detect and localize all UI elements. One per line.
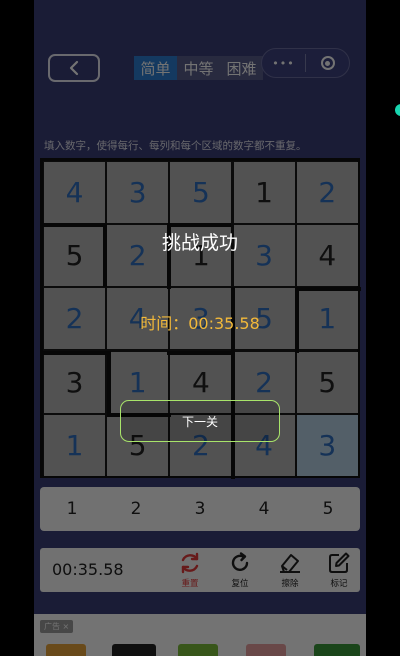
ad-thumbnail[interactable] — [314, 644, 360, 656]
board-cell[interactable]: 5 — [170, 162, 232, 223]
more-button[interactable]: ••• — [262, 49, 305, 77]
difficulty-tabs: 简单 中等 困难 — [134, 56, 263, 80]
board-cell[interactable]: 1 — [170, 225, 232, 287]
number-key-1[interactable]: 1 — [40, 487, 104, 531]
instruction-text: 填入数字，使得每行、每列和每个区域的数字都不重复。 — [44, 140, 307, 152]
board-cell[interactable]: 2 — [296, 162, 358, 223]
reset-label: 重置 — [181, 579, 199, 589]
app-screen: 简单 中等 困难 ••• 填入数字，使得每行、每列和每个区域的数字都不重复。 4… — [34, 0, 366, 656]
tab-easy[interactable]: 简单 — [134, 56, 177, 80]
ad-thumbnail[interactable] — [46, 644, 86, 656]
region-border — [295, 287, 299, 353]
refresh-icon — [181, 552, 199, 574]
ad-thumbnail[interactable] — [246, 644, 286, 656]
target-icon — [320, 56, 335, 70]
board-cell[interactable]: 5 — [233, 288, 295, 350]
game-timer: 00:35.58 — [52, 560, 124, 579]
rotate-icon — [231, 552, 249, 572]
more-dots-icon: ••• — [272, 56, 295, 70]
number-key-5[interactable]: 5 — [296, 487, 360, 531]
next-level-button[interactable]: 下一关 — [120, 400, 280, 442]
board-cell[interactable]: 4 — [296, 225, 358, 287]
board-cell[interactable]: 3 — [107, 162, 169, 223]
ad-banner[interactable]: 广告 × — [34, 614, 366, 656]
undo-button[interactable]: 复位 — [222, 551, 258, 591]
board-cell[interactable]: 3 — [233, 225, 295, 287]
close-miniprogram-button[interactable] — [306, 49, 349, 77]
floating-dot — [395, 104, 400, 116]
region-border — [107, 351, 111, 415]
edit-note-icon — [329, 552, 350, 573]
board-cell[interactable]: 1 — [44, 414, 105, 476]
tab-medium[interactable]: 中等 — [177, 56, 220, 80]
board-cell[interactable]: 1 — [233, 162, 295, 223]
ad-thumbnail[interactable] — [112, 644, 156, 656]
region-border — [43, 351, 107, 355]
board-cell[interactable]: 3 — [44, 351, 105, 413]
region-border — [167, 223, 231, 227]
erase-label: 擦除 — [281, 579, 299, 589]
back-button[interactable] — [48, 54, 100, 82]
region-border — [43, 223, 107, 227]
tab-hard[interactable]: 困难 — [220, 56, 263, 80]
game-toolbar: 00:35.58 重置 复位 擦除 标记 — [40, 548, 360, 592]
erase-button[interactable]: 擦除 — [272, 551, 308, 591]
region-border — [231, 287, 235, 353]
mark-label: 标记 — [330, 579, 348, 589]
number-key-2[interactable]: 2 — [104, 487, 168, 531]
reset-button[interactable]: 重置 — [172, 551, 208, 591]
region-border — [167, 351, 231, 355]
board-cell[interactable]: 4 — [44, 162, 105, 223]
ad-label[interactable]: 广告 × — [40, 620, 74, 633]
number-pad: 1 2 3 4 5 — [40, 487, 360, 531]
eraser-icon — [280, 554, 300, 573]
board-cell[interactable]: 1 — [296, 288, 358, 350]
board-cell[interactable]: 2 — [44, 288, 105, 350]
board-cell[interactable]: 2 — [107, 225, 169, 287]
board-cell[interactable]: 3 — [170, 288, 232, 350]
undo-label: 复位 — [231, 579, 249, 589]
board-cell[interactable]: 5 — [44, 225, 105, 287]
board-cell[interactable]: 3 — [296, 414, 358, 476]
board-cell[interactable]: 5 — [296, 351, 358, 413]
region-border — [103, 223, 107, 287]
number-key-4[interactable]: 4 — [232, 487, 296, 531]
ad-thumbnail[interactable] — [178, 644, 218, 656]
mini-program-capsule: ••• — [261, 48, 350, 78]
board-cell[interactable]: 4 — [107, 288, 169, 350]
chevron-left-icon — [69, 60, 79, 76]
region-border — [297, 287, 361, 291]
mark-button[interactable]: 标记 — [321, 551, 357, 591]
number-key-3[interactable]: 3 — [168, 487, 232, 531]
region-border — [167, 223, 171, 289]
